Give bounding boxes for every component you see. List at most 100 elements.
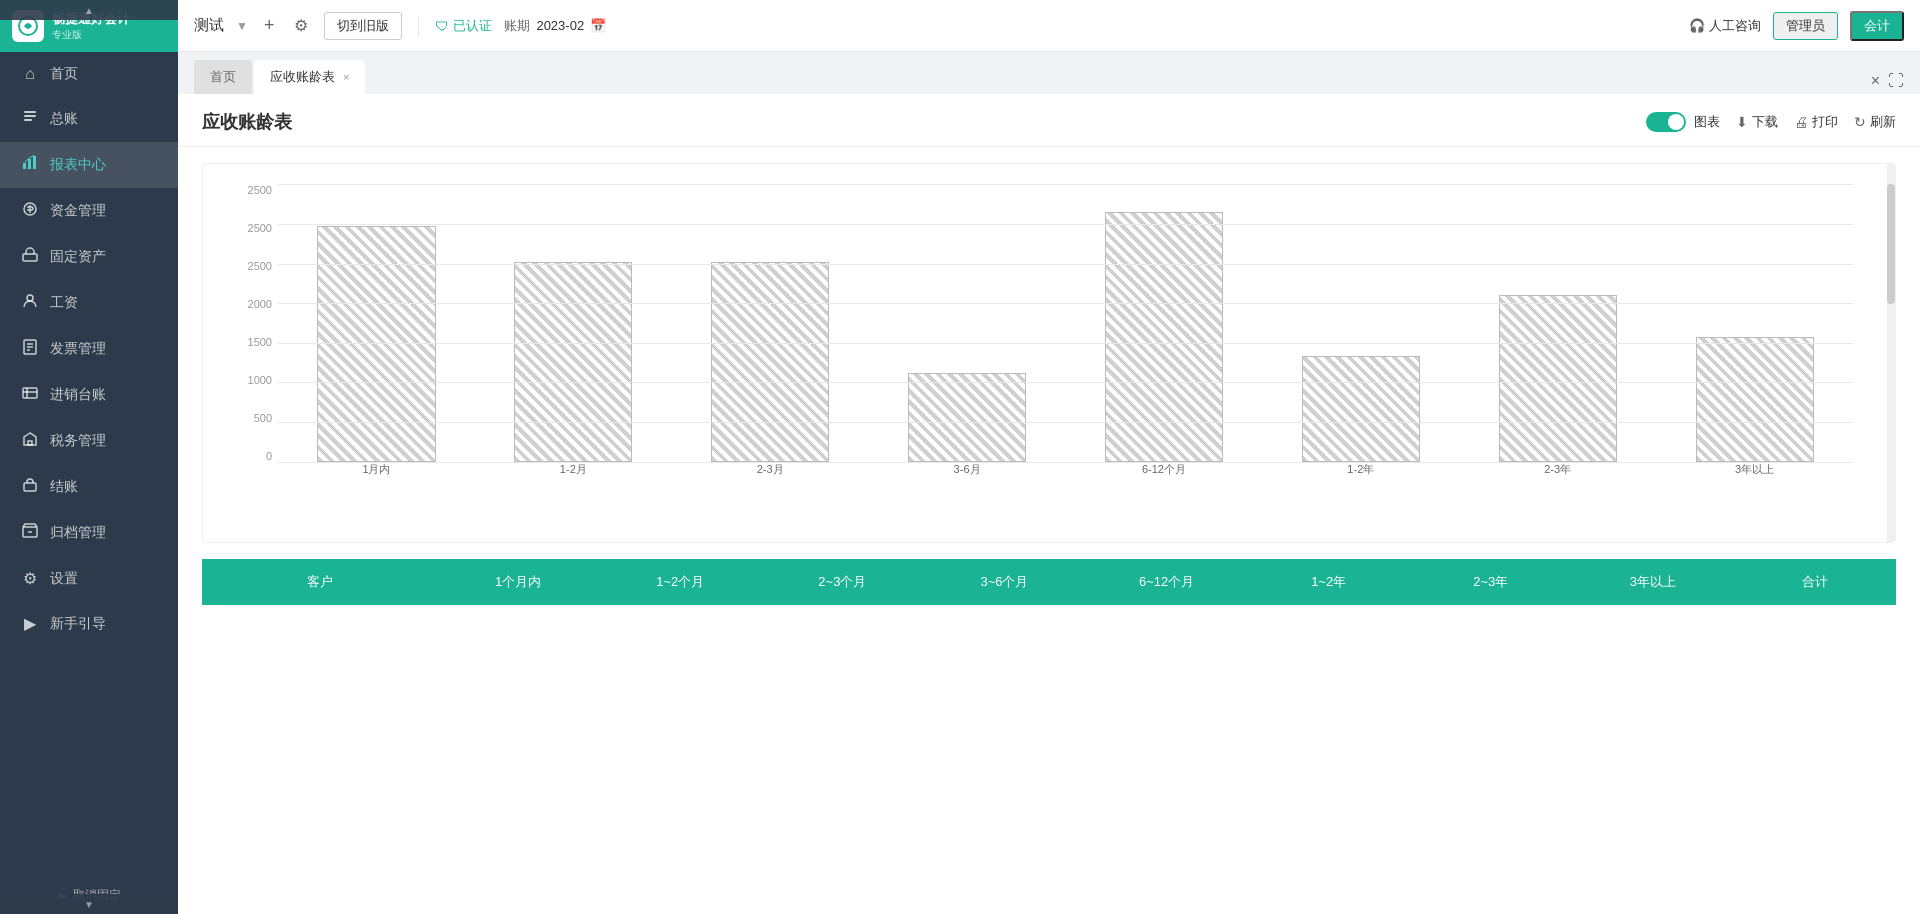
guide-icon: ▶ [20,614,40,633]
grid-line-1 [278,184,1853,185]
svg-rect-5 [28,159,31,169]
sidebar-item-close[interactable]: 结账 [0,464,178,510]
tab-home[interactable]: 首页 [194,60,252,94]
sidebar-item-assets[interactable]: 固定资产 [0,234,178,280]
grid-line-2 [278,224,1853,225]
invoice-icon [20,339,40,359]
tab-close-icon[interactable]: × [343,71,349,83]
th-customer: 客户 [202,559,437,605]
sidebar-item-reports[interactable]: 报表中心 [0,142,178,188]
sidebar-scroll-up[interactable]: ▲ [0,0,178,20]
topbar: 测试 ▼ + ⚙ 切到旧版 🛡 已认证 账期 2023-02 📅 🎧 人工咨询 … [178,0,1920,52]
user-button[interactable]: 管理员 [1773,12,1838,40]
chart-toggle[interactable] [1646,112,1686,132]
sidebar-item-settings[interactable]: ⚙ 设置 [0,556,178,601]
topbar-right: 🎧 人工咨询 管理员 会计 [1689,11,1904,41]
print-button[interactable]: 🖨 打印 [1794,113,1838,131]
th-3y-plus: 3年以上 [1572,559,1734,605]
sidebar-label-guide: 新手引导 [50,615,106,633]
scrollbar-thumb[interactable] [1887,184,1895,304]
close-account-icon [20,477,40,497]
sidebar-item-ledger[interactable]: 总账 [0,96,178,142]
headset-icon: 🎧 [1689,18,1705,33]
svg-rect-1 [24,111,36,113]
download-icon: ⬇ [1736,114,1748,130]
sidebar-item-guide[interactable]: ▶ 新手引导 [0,601,178,646]
x-label-1-2m: 1-2月 [475,462,672,484]
shield-icon: 🛡 [435,18,449,34]
home-icon: ⌂ [20,65,40,83]
certified-badge: 🛡 已认证 [435,17,492,35]
svg-rect-18 [24,483,36,491]
tax-icon [20,431,40,451]
old-version-button[interactable]: 切到旧版 [324,12,402,40]
svg-rect-17 [28,441,32,445]
sidebar-label-assets: 固定资产 [50,248,106,266]
sidebar-item-archive[interactable]: 归档管理 [0,510,178,556]
print-label: 打印 [1812,113,1838,131]
topbar-add-button[interactable]: + [260,11,279,40]
bar-chart-container: 2500 2500 2500 2000 1500 1000 500 0 [202,163,1896,543]
support-button[interactable]: 🎧 人工咨询 [1689,17,1761,35]
sidebar-item-purchase[interactable]: 进销台账 [0,372,178,418]
y-label-2500-2: 2500 [233,222,272,234]
sidebar-item-funds[interactable]: 资金管理 [0,188,178,234]
grid-line-8 [278,462,1853,463]
settings-icon: ⚙ [20,569,40,588]
svg-rect-6 [33,156,36,169]
content-header: 应收账龄表 图表 ⬇ 下载 🖨 打印 ↻ 刷新 [178,94,1920,147]
grid-line-7 [278,422,1853,423]
refresh-button[interactable]: ↻ 刷新 [1854,113,1896,131]
topbar-gear-button[interactable]: ⚙ [290,12,312,39]
topbar-period: 账期 2023-02 📅 [504,17,606,35]
svg-rect-4 [23,163,26,169]
content-actions: 图表 ⬇ 下载 🖨 打印 ↻ 刷新 [1646,112,1896,132]
svg-rect-2 [24,115,36,117]
sidebar-scroll-down[interactable]: ▼ [0,894,178,914]
x-label-3-6m: 3-6月 [869,462,1066,484]
payroll-icon [20,293,40,313]
x-label-3y-plus: 3年以上 [1656,462,1853,484]
x-label-2-3m: 2-3月 [672,462,869,484]
sidebar-item-payroll[interactable]: 工资 [0,280,178,326]
main-area: 测试 ▼ + ⚙ 切到旧版 🛡 已认证 账期 2023-02 📅 🎧 人工咨询 … [178,0,1920,914]
y-label-0: 0 [233,450,272,462]
svg-point-9 [27,295,33,301]
x-label-6-12m: 6-12个月 [1066,462,1263,484]
sidebar-item-tax[interactable]: 税务管理 [0,418,178,464]
y-label-500: 500 [233,412,272,424]
y-label-1000: 1000 [233,374,272,386]
sidebar-item-home[interactable]: ⌂ 首页 [0,52,178,96]
download-button[interactable]: ⬇ 下载 [1736,113,1778,131]
role-button[interactable]: 会计 [1850,11,1904,41]
reports-icon [20,155,40,175]
topbar-title: 测试 [194,16,224,35]
refresh-icon: ↻ [1854,114,1866,130]
th-2-3y: 2~3年 [1410,559,1572,605]
tabs-right-actions: × ⛶ [1871,72,1904,94]
x-label-1m: 1月内 [278,462,475,484]
th-1m: 1个月内 [437,559,599,605]
sidebar-item-invoice[interactable]: 发票管理 [0,326,178,372]
grid-line-6 [278,382,1853,383]
grid-line-5 [278,343,1853,344]
chart-area: 2500 2500 2500 2000 1500 1000 500 0 [178,147,1920,914]
tab-accounts-aging[interactable]: 应收账龄表 × [254,60,365,94]
aging-table: 客户 1个月内 1~2个月 2~3个月 3~6个月 6~12个月 1~2年 2~… [202,559,1896,605]
calendar-icon[interactable]: 📅 [590,18,606,33]
x-labels: 1月内 1-2月 2-3月 3-6月 6-12个月 1-2年 2-3年 3年以上 [278,462,1853,484]
purchase-icon [20,385,40,405]
tab-minimize-button[interactable]: × [1871,72,1880,90]
x-label-2-3y: 2-3年 [1459,462,1656,484]
sidebar-label-reports: 报表中心 [50,156,106,174]
tab-bar: 首页 应收账龄表 × × ⛶ [178,52,1920,94]
logo-sub-text: 专业版 [52,28,130,42]
tab-expand-button[interactable]: ⛶ [1888,72,1904,90]
topbar-divider-1 [418,16,419,36]
sidebar-label-close: 结账 [50,478,78,496]
tab-accounts-aging-label: 应收账龄表 [270,68,335,86]
archive-icon [20,523,40,543]
download-label: 下载 [1752,113,1778,131]
table-header-row: 客户 1个月内 1~2个月 2~3个月 3~6个月 6~12个月 1~2年 2~… [202,559,1896,605]
topbar-dropdown-chevron[interactable]: ▼ [236,19,248,33]
